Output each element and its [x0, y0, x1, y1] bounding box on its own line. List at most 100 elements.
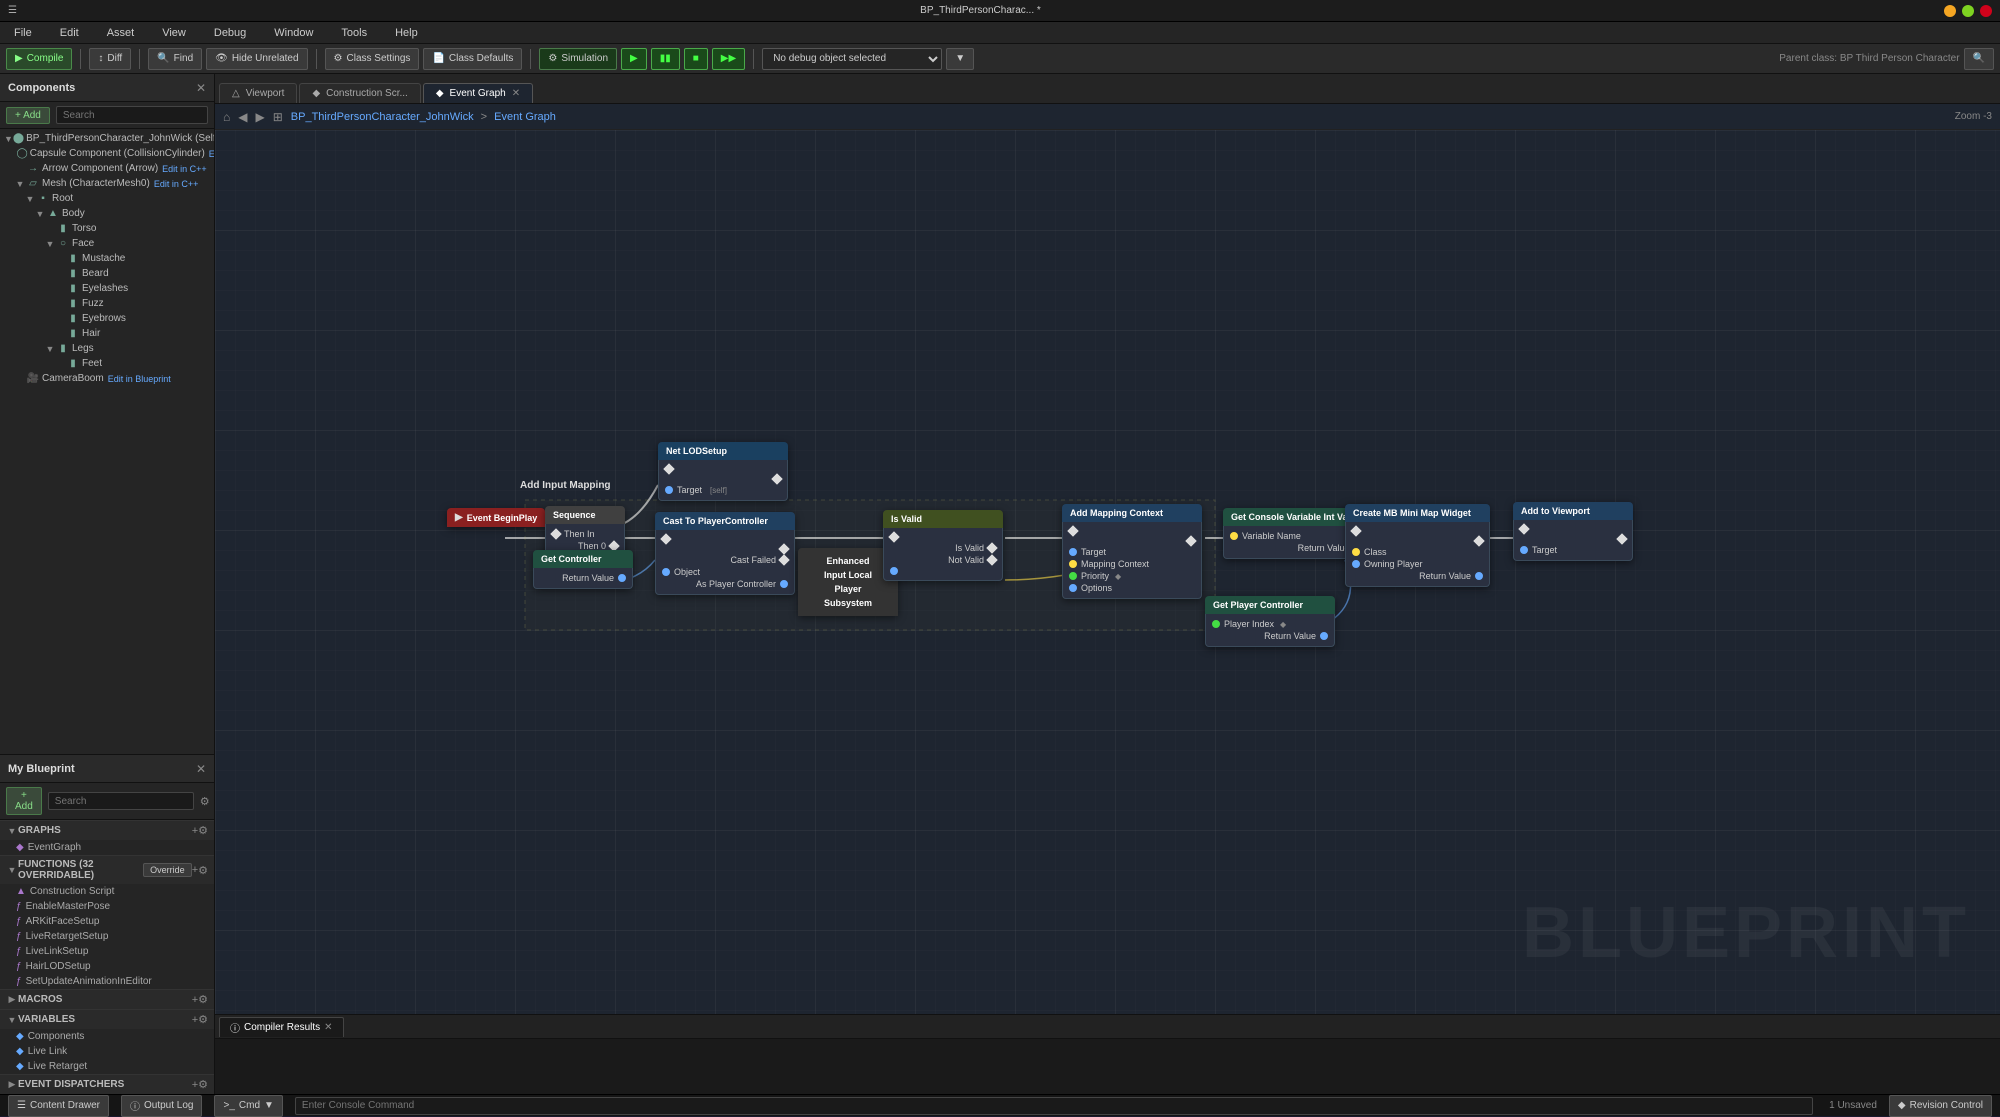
menu-edit[interactable]: Edit: [54, 25, 85, 41]
menu-window[interactable]: Window: [268, 25, 319, 41]
tree-item-mustache[interactable]: ▮ Mustache: [0, 251, 214, 266]
add-component-button[interactable]: + Add: [6, 107, 50, 124]
node-get-player-ctrl-left[interactable]: Get Controller Return Value: [533, 550, 633, 589]
find-button[interactable]: 🔍 Find: [148, 48, 202, 70]
my-blueprint-close-button[interactable]: ✕: [196, 762, 206, 776]
nav-forward-button[interactable]: ▶: [255, 110, 264, 124]
live-link-var-item[interactable]: ◆ Live Link: [0, 1044, 214, 1059]
tab-event-graph[interactable]: ◆ Event Graph ✕: [423, 83, 533, 103]
tree-item-face[interactable]: ▼ ○ Face: [0, 236, 214, 251]
override-button[interactable]: Override: [143, 863, 192, 877]
maximize-button[interactable]: [1962, 5, 1974, 17]
menu-asset[interactable]: Asset: [101, 25, 141, 41]
tree-item-arrow[interactable]: → Arrow Component (Arrow) Edit in C++: [0, 161, 214, 176]
diff-button[interactable]: ↕ Diff: [89, 48, 131, 70]
node-create-minimap[interactable]: Create MB Mini Map Widget Class: [1345, 504, 1490, 587]
play-button[interactable]: ▶: [621, 48, 647, 70]
tree-item-self[interactable]: ▼ ⬤ BP_ThirdPersonCharacter_JohnWick (Se…: [0, 131, 214, 146]
class-settings-button[interactable]: ⚙ Class Settings: [325, 48, 420, 70]
macros-section[interactable]: ▶ MACROS + ⚙: [0, 989, 214, 1009]
pause-button[interactable]: ▮▮: [651, 48, 680, 70]
compile-button[interactable]: ▶ Compile: [6, 48, 72, 70]
menu-view[interactable]: View: [156, 25, 192, 41]
node-cast-player-controller[interactable]: Cast To PlayerController Cast Failed: [655, 512, 795, 595]
nav-back-button[interactable]: ◀: [238, 110, 247, 124]
components-var-item[interactable]: ◆ Components: [0, 1029, 214, 1044]
tab-construction-script[interactable]: ◆ Construction Scr...: [299, 83, 420, 103]
minimize-button[interactable]: [1944, 5, 1956, 17]
menu-tools[interactable]: Tools: [335, 25, 373, 41]
tree-item-root[interactable]: ▼ ▪ Root: [0, 191, 214, 206]
node-get-player-ctrl-right[interactable]: Get Player Controller Player Index ◆ Ret…: [1205, 596, 1335, 647]
close-button[interactable]: [1980, 5, 1992, 17]
search-parent-button[interactable]: 🔍: [1964, 48, 1994, 70]
output-log-button[interactable]: ⓘ Output Log: [121, 1095, 202, 1117]
enable-master-pose-item[interactable]: ƒ EnableMasterPose: [0, 899, 214, 914]
graph-canvas[interactable]: Add Input Mapping ▶ Event BeginPlay Sequ…: [215, 130, 2000, 1014]
tree-item-fuzz[interactable]: ▮ Fuzz: [0, 296, 214, 311]
event-graph-item[interactable]: ◆ EventGraph: [0, 840, 214, 855]
live-retarget-var-item[interactable]: ◆ Live Retarget: [0, 1059, 214, 1074]
event-dispatchers-settings-button[interactable]: ⚙: [198, 1078, 208, 1091]
cameraboom-edit-link[interactable]: Edit in Blueprint: [108, 374, 171, 384]
tree-item-eyebrows[interactable]: ▮ Eyebrows: [0, 311, 214, 326]
tree-item-body[interactable]: ▼ ▲ Body: [0, 206, 214, 221]
debug-object-dropdown[interactable]: No debug object selected: [762, 48, 942, 70]
tree-item-torso[interactable]: ▮ Torso: [0, 221, 214, 236]
blueprint-settings-button[interactable]: ⚙: [200, 795, 210, 808]
window-menu[interactable]: ☰: [8, 5, 17, 16]
menu-help[interactable]: Help: [389, 25, 424, 41]
tab-viewport[interactable]: △ Viewport: [219, 83, 297, 103]
node-add-to-viewport[interactable]: Add to Viewport Target: [1513, 502, 1633, 561]
compiler-results-tab[interactable]: ⓘ Compiler Results ✕: [219, 1017, 344, 1037]
tree-item-capsule[interactable]: ◯ Capsule Component (CollisionCylinder) …: [0, 146, 214, 161]
class-defaults-button[interactable]: 📄 Class Defaults: [423, 48, 522, 70]
set-update-anim-item[interactable]: ƒ SetUpdateAnimationInEditor: [0, 974, 214, 989]
node-add-mapping-context[interactable]: Add Mapping Context Target Ma: [1062, 504, 1202, 599]
breadcrumb-root[interactable]: BP_ThirdPersonCharacter_JohnWick: [291, 111, 474, 123]
console-input[interactable]: [295, 1097, 1813, 1115]
nav-grid-button[interactable]: ⊞: [273, 110, 283, 124]
stop-button[interactable]: ■: [684, 48, 708, 70]
tree-item-legs[interactable]: ▼ ▮ Legs: [0, 341, 214, 356]
arkit-face-setup-item[interactable]: ƒ ARKitFaceSetup: [0, 914, 214, 929]
arrow-edit-link[interactable]: Edit in C++: [162, 164, 207, 174]
capsule-edit-link[interactable]: Edit in C++: [209, 149, 214, 159]
variables-settings-button[interactable]: ⚙: [198, 1013, 208, 1026]
add-blueprint-button[interactable]: + Add: [6, 787, 42, 815]
skip-button[interactable]: ▶▶: [712, 48, 745, 70]
debug-options-button[interactable]: ▼: [946, 48, 974, 70]
tree-item-beard[interactable]: ▮ Beard: [0, 266, 214, 281]
blueprint-search-input[interactable]: [48, 792, 194, 810]
compiler-results-close[interactable]: ✕: [324, 1022, 332, 1033]
hair-lod-setup-item[interactable]: ƒ HairLODSetup: [0, 959, 214, 974]
tree-item-cameraboom[interactable]: 🎥 CameraBoom Edit in Blueprint: [0, 371, 214, 386]
functions-settings-button[interactable]: ⚙: [198, 864, 208, 877]
live-retarget-setup-item[interactable]: ƒ LiveRetargetSetup: [0, 929, 214, 944]
tree-item-eyelashes[interactable]: ▮ Eyelashes: [0, 281, 214, 296]
node-event-begin-play[interactable]: ▶ Event BeginPlay: [447, 508, 545, 527]
variables-section[interactable]: ▼ VARIABLES + ⚙: [0, 1009, 214, 1029]
mesh-edit-link[interactable]: Edit in C++: [154, 179, 199, 189]
graphs-settings-button[interactable]: ⚙: [198, 824, 208, 837]
components-close-button[interactable]: ✕: [196, 81, 206, 95]
hide-unrelated-button[interactable]: 👁 Hide Unrelated: [206, 48, 307, 70]
event-dispatchers-section[interactable]: ▶ EVENT DISPATCHERS + ⚙: [0, 1074, 214, 1094]
construction-script-item[interactable]: ▲ Construction Script: [0, 884, 214, 899]
menu-debug[interactable]: Debug: [208, 25, 252, 41]
simulation-button[interactable]: ⚙ Simulation: [539, 48, 617, 70]
menu-file[interactable]: File: [8, 25, 38, 41]
tree-item-feet[interactable]: ▮ Feet: [0, 356, 214, 371]
cmd-button[interactable]: >_ Cmd ▼: [214, 1095, 282, 1117]
event-tab-close-button[interactable]: ✕: [512, 88, 520, 99]
live-link-setup-item[interactable]: ƒ LiveLinkSetup: [0, 944, 214, 959]
node-is-valid[interactable]: Is Valid Is Valid Not Valid: [883, 510, 1003, 581]
content-drawer-button[interactable]: ☰ Content Drawer: [8, 1095, 109, 1117]
nav-home-button[interactable]: ⌂: [223, 110, 230, 124]
graphs-section[interactable]: ▼ GRAPHS + ⚙: [0, 820, 214, 840]
functions-section[interactable]: ▼ FUNCTIONS (32 OVERRIDABLE) Override + …: [0, 855, 214, 884]
node-net-lodsetup[interactable]: Net LODSetup Target [self]: [658, 442, 788, 501]
components-search-input[interactable]: [56, 106, 208, 124]
tree-item-hair[interactable]: ▮ Hair: [0, 326, 214, 341]
revision-control-button[interactable]: ◆ Revision Control: [1889, 1095, 1992, 1117]
